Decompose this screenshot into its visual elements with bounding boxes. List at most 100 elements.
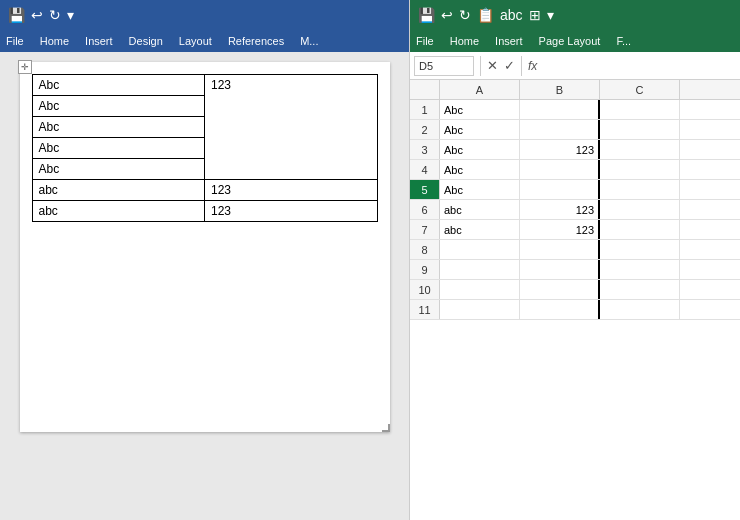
word-undo-icon[interactable]: ↩ bbox=[31, 7, 43, 23]
table-cell[interactable]: 123 bbox=[205, 75, 378, 180]
excel-undo-icon[interactable]: ↩ bbox=[441, 7, 453, 23]
cell-b5[interactable] bbox=[520, 180, 600, 199]
table-row: 9 bbox=[410, 260, 740, 280]
cell-a4[interactable]: Abc bbox=[440, 160, 520, 179]
excel-clipboard-icon[interactable]: 📋 bbox=[477, 7, 494, 23]
cell-b11[interactable] bbox=[520, 300, 600, 319]
word-redo-icon[interactable]: ↻ bbox=[49, 7, 61, 23]
excel-abc-icon[interactable]: abc bbox=[500, 7, 523, 23]
word-menu-insert[interactable]: Insert bbox=[85, 35, 113, 47]
cell-b1[interactable] bbox=[520, 100, 600, 119]
table-row: 11 bbox=[410, 300, 740, 320]
excel-save-icon[interactable]: 💾 bbox=[418, 7, 435, 23]
cell-b3[interactable]: 123 bbox=[520, 140, 600, 159]
cell-c9[interactable] bbox=[600, 260, 680, 279]
word-menu-references[interactable]: References bbox=[228, 35, 284, 47]
cell-c4[interactable] bbox=[600, 160, 680, 179]
word-menu-home[interactable]: Home bbox=[40, 35, 69, 47]
cell-a6[interactable]: abc bbox=[440, 200, 520, 219]
cell-a3[interactable]: Abc bbox=[440, 140, 520, 159]
word-menu-layout[interactable]: Layout bbox=[179, 35, 212, 47]
col-header-b[interactable]: B bbox=[520, 80, 600, 99]
excel-col-headers: A B C bbox=[410, 80, 740, 100]
cell-b2[interactable] bbox=[520, 120, 600, 139]
table-cell[interactable]: Abc bbox=[32, 75, 205, 96]
formula-separator bbox=[480, 56, 481, 76]
table-cell[interactable]: Abc bbox=[32, 117, 205, 138]
cell-b4[interactable] bbox=[520, 160, 600, 179]
table-cell[interactable]: Abc bbox=[32, 138, 205, 159]
word-titlebar: 💾 ↩ ↻ ▾ bbox=[0, 0, 409, 30]
table-row: 3 Abc 123 bbox=[410, 140, 740, 160]
cell-a2[interactable]: Abc bbox=[440, 120, 520, 139]
excel-menu-home[interactable]: Home bbox=[450, 35, 479, 47]
cell-c7[interactable] bbox=[600, 220, 680, 239]
excel-panel: 💾 ↩ ↻ 📋 abc ⊞ ▾ File Home Insert Page La… bbox=[410, 0, 740, 520]
table-row: 7 abc 123 bbox=[410, 220, 740, 240]
cancel-formula-icon[interactable]: ✕ bbox=[487, 58, 498, 73]
formula-input[interactable] bbox=[541, 56, 736, 76]
confirm-formula-icon[interactable]: ✓ bbox=[504, 58, 515, 73]
word-move-handle[interactable]: ✛ bbox=[18, 60, 32, 74]
cell-b7[interactable]: 123 bbox=[520, 220, 600, 239]
cell-c1[interactable] bbox=[600, 100, 680, 119]
cell-a1[interactable]: Abc bbox=[440, 100, 520, 119]
excel-menu-insert[interactable]: Insert bbox=[495, 35, 523, 47]
word-table: Abc 123 Abc Abc Abc Abc bbox=[32, 74, 378, 222]
cell-a10[interactable] bbox=[440, 280, 520, 299]
cell-c6[interactable] bbox=[600, 200, 680, 219]
cell-c11[interactable] bbox=[600, 300, 680, 319]
cell-a5[interactable]: Abc bbox=[440, 180, 520, 199]
word-save-icon[interactable]: 💾 bbox=[8, 7, 25, 23]
cell-b9[interactable] bbox=[520, 260, 600, 279]
word-menu-file[interactable]: File bbox=[6, 35, 24, 47]
word-dropdown-icon[interactable]: ▾ bbox=[67, 7, 74, 23]
table-row: 4 Abc bbox=[410, 160, 740, 180]
excel-dropdown-icon[interactable]: ▾ bbox=[547, 7, 554, 23]
cell-c2[interactable] bbox=[600, 120, 680, 139]
cell-reference-box[interactable]: D5 bbox=[414, 56, 474, 76]
excel-menu-file[interactable]: File bbox=[416, 35, 434, 47]
table-cell[interactable]: abc bbox=[32, 180, 205, 201]
cell-a7[interactable]: abc bbox=[440, 220, 520, 239]
table-row: 10 bbox=[410, 280, 740, 300]
table-cell[interactable]: Abc bbox=[32, 96, 205, 117]
excel-grid-icon[interactable]: ⊞ bbox=[529, 7, 541, 23]
table-row: abc 123 bbox=[32, 180, 377, 201]
cell-b6[interactable]: 123 bbox=[520, 200, 600, 219]
cell-a9[interactable] bbox=[440, 260, 520, 279]
cell-c5[interactable] bbox=[600, 180, 680, 199]
table-cell[interactable]: 123 bbox=[205, 201, 378, 222]
cell-a11[interactable] bbox=[440, 300, 520, 319]
excel-redo-icon[interactable]: ↻ bbox=[459, 7, 471, 23]
word-page: ✛ Abc 123 Abc Abc Abc bbox=[20, 62, 390, 432]
excel-menu-page-layout[interactable]: Page Layout bbox=[539, 35, 601, 47]
row-num-4: 4 bbox=[410, 160, 440, 179]
cell-c3[interactable] bbox=[600, 140, 680, 159]
table-row: 5 Abc bbox=[410, 180, 740, 200]
table-row: 1 Abc bbox=[410, 100, 740, 120]
row-num-3: 3 bbox=[410, 140, 440, 159]
col-header-a[interactable]: A bbox=[440, 80, 520, 99]
word-menu-design[interactable]: Design bbox=[129, 35, 163, 47]
cell-b8[interactable] bbox=[520, 240, 600, 259]
col-header-c[interactable]: C bbox=[600, 80, 680, 99]
excel-menu-more[interactable]: F... bbox=[616, 35, 631, 47]
cell-b10[interactable] bbox=[520, 280, 600, 299]
word-content-area: ✛ Abc 123 Abc Abc Abc bbox=[0, 52, 409, 520]
word-resize-handle[interactable] bbox=[382, 424, 390, 432]
table-row: abc 123 bbox=[32, 201, 377, 222]
table-cell[interactable]: Abc bbox=[32, 159, 205, 180]
col-corner[interactable] bbox=[410, 80, 440, 99]
cell-a8[interactable] bbox=[440, 240, 520, 259]
excel-rows: 1 Abc 2 Abc 3 Abc 123 4 Abc bbox=[410, 100, 740, 520]
table-cell[interactable]: abc bbox=[32, 201, 205, 222]
cell-c8[interactable] bbox=[600, 240, 680, 259]
table-row: 2 Abc bbox=[410, 120, 740, 140]
word-menu-more[interactable]: M... bbox=[300, 35, 318, 47]
table-cell[interactable]: 123 bbox=[205, 180, 378, 201]
table-row: 8 bbox=[410, 240, 740, 260]
excel-formula-bar: D5 ✕ ✓ fx bbox=[410, 52, 740, 80]
cell-c10[interactable] bbox=[600, 280, 680, 299]
formula-separator-2 bbox=[521, 56, 522, 76]
